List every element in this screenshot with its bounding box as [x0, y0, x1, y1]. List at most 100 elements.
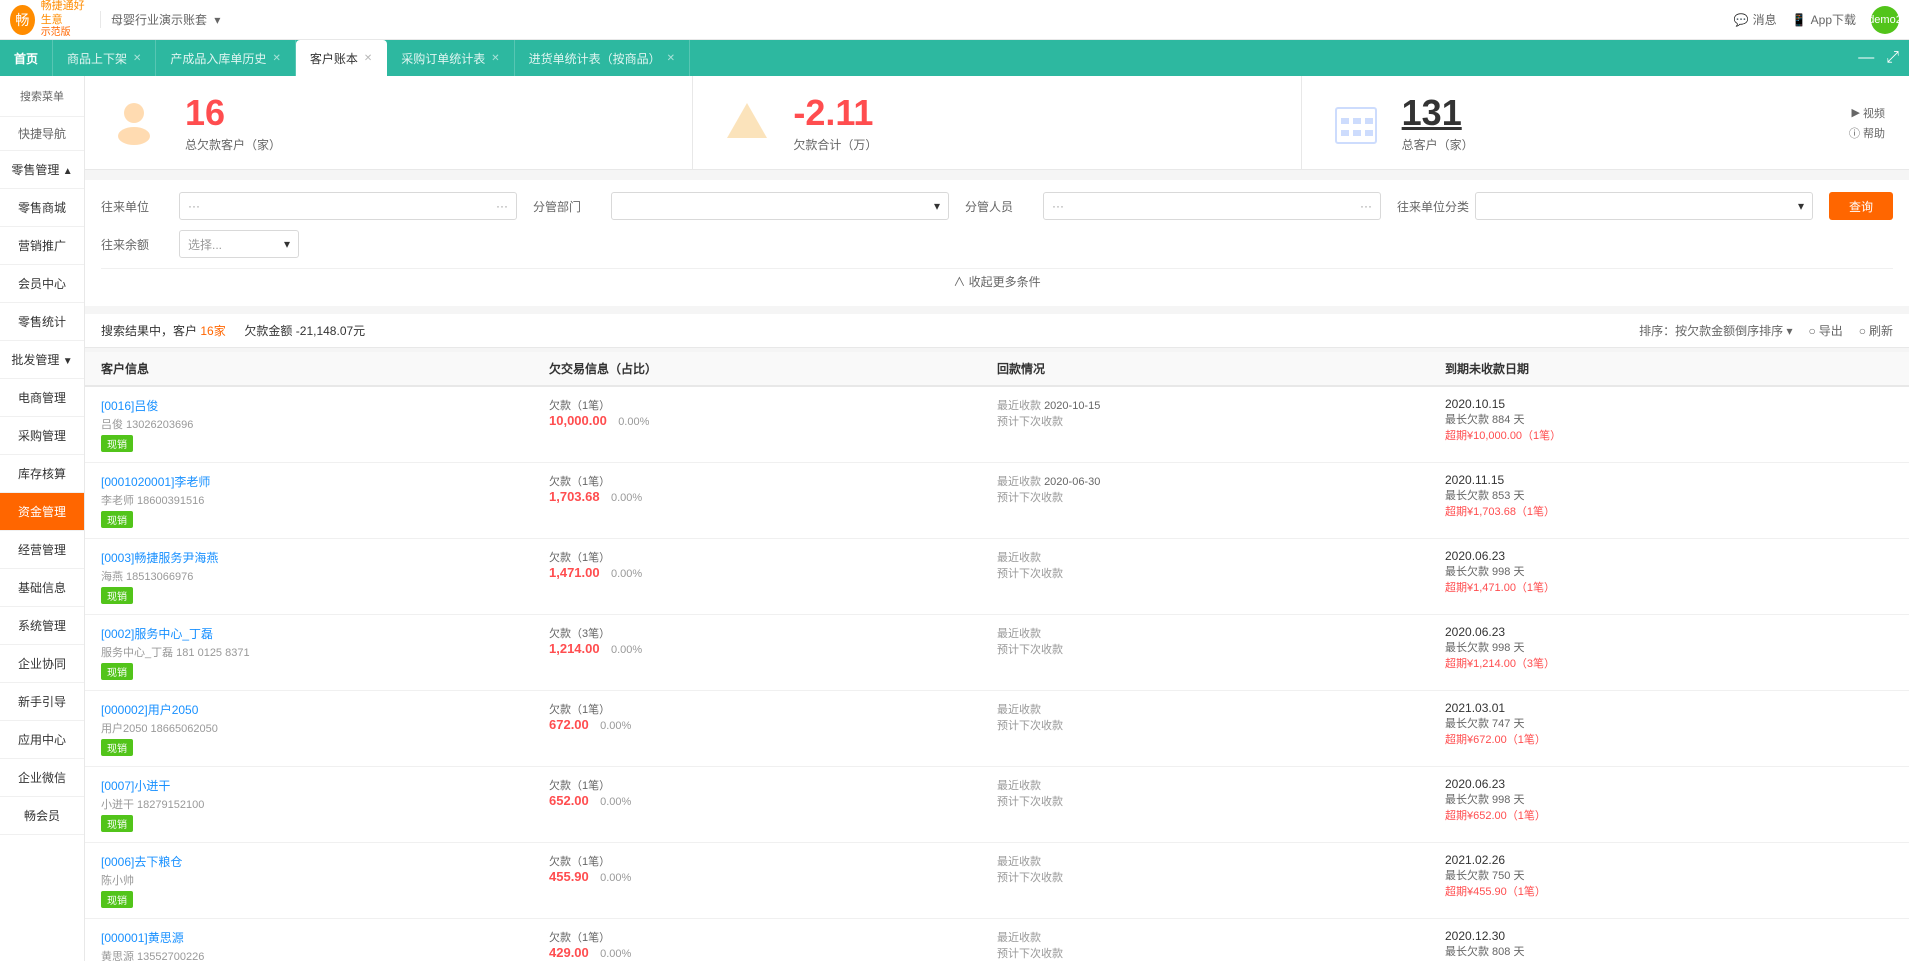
payment-cell: 最近收款 预计下次收款 — [997, 777, 1445, 809]
customer-name[interactable]: [0006]去下粮仓 — [101, 853, 549, 870]
from-unit-input[interactable]: ··· — [179, 192, 517, 220]
balance-select[interactable]: 选择... ▾ — [179, 230, 299, 258]
debt-amount: 455.90 — [549, 869, 589, 884]
close-icon[interactable]: ✕ — [364, 53, 372, 64]
dept-select[interactable]: ▾ — [611, 192, 949, 220]
debt-amount: 10,000.00 — [549, 413, 607, 428]
next-payment-label: 预计下次收款 — [997, 416, 1063, 428]
user-action[interactable]: demo2 — [1871, 6, 1899, 34]
sidebar: 搜索菜单 快捷导航 零售管理 ▲ 零售商城 营销推广 会员中心 零售统计 批发管… — [0, 76, 85, 961]
debt-pct: 0.00% — [611, 492, 642, 504]
tab-production-history[interactable]: 产成品入库单历史 ✕ — [156, 40, 295, 76]
sidebar-item-app-center[interactable]: 应用中心 — [0, 721, 84, 759]
customer-name[interactable]: [0007]小迸干 — [101, 777, 549, 794]
sidebar-item-inventory[interactable]: 库存核算 — [0, 455, 84, 493]
sidebar-item-finance[interactable]: 资金管理 — [0, 493, 84, 531]
customer-name[interactable]: [0016]吕俊 — [101, 397, 549, 414]
filter-dept: 分管部门 ▾ — [533, 192, 949, 220]
customer-phone: 小迸干 18279152100 — [101, 796, 549, 812]
sidebar-item-retail-mgmt[interactable]: 零售管理 ▲ — [0, 151, 84, 189]
due-date-cell: 2020.06.23 最长欠款 998 天 超期¥652.00（1笔） — [1445, 777, 1893, 823]
debt-pct: 0.00% — [600, 720, 631, 732]
customer-name[interactable]: [000001]黄思源 — [101, 929, 549, 946]
sidebar-item-wholesale-mgmt[interactable]: 批发管理 ▼ — [0, 341, 84, 379]
close-icon[interactable]: ✕ — [272, 53, 280, 64]
debt-amount: 672.00 — [549, 717, 589, 732]
logo-text: 畅捷通好生意 示范版 — [41, 0, 95, 38]
chevron-down-icon: ▲ — [63, 166, 73, 177]
total-customers-label: 总客户（家） — [1402, 136, 1474, 153]
customer-name[interactable]: [0002]服务中心_丁磊 — [101, 625, 549, 642]
close-icon[interactable]: ✕ — [133, 53, 141, 64]
customer-info-cell: [0001020001]李老师 李老师 18600391516 现销 — [101, 473, 549, 528]
customer-info-cell: [0003]畅捷服务尹海燕 海燕 18513066976 现销 — [101, 549, 549, 604]
sidebar-item-member-vip[interactable]: 畅会员 — [0, 797, 84, 835]
minimize-icon[interactable]: — — [1854, 45, 1878, 71]
export-button[interactable]: ○ 导出 — [1808, 322, 1842, 339]
sidebar-item-purchase-mgmt[interactable]: 采购管理 — [0, 417, 84, 455]
sidebar-item-operations[interactable]: 经营管理 — [0, 531, 84, 569]
due-date-cell: 2021.03.01 最长欠款 747 天 超期¥672.00（1笔） — [1445, 701, 1893, 747]
tab-purchase-stats[interactable]: 采购订单统计表 ✕ — [387, 40, 514, 76]
sidebar-item-enterprise-collab[interactable]: 企业协同 — [0, 645, 84, 683]
search-menu-label: 搜索菜单 — [8, 84, 76, 108]
sidebar-item-retail-stats[interactable]: 零售统计 — [0, 303, 84, 341]
overdue-amount[interactable]: 超期¥10,000.00（1笔） — [1445, 427, 1893, 443]
maximize-icon[interactable]: ⤢ — [1882, 45, 1903, 71]
debt-info-cell: 欠款（1笔） 652.00 0.00% — [549, 777, 997, 808]
payment-cell: 最近收款 预计下次收款 — [997, 701, 1445, 733]
customer-phone: 黄思源 13552700226 — [101, 948, 549, 961]
close-icon[interactable]: ✕ — [491, 53, 499, 64]
customers-owed-label: 总欠款客户（家） — [185, 136, 281, 153]
debt-pct: 0.00% — [618, 416, 649, 428]
payment-cell: 最近收款 2020-10-15 预计下次收款 — [997, 397, 1445, 429]
refresh-button[interactable]: ○ 刷新 — [1859, 322, 1893, 339]
sidebar-item-member-center[interactable]: 会员中心 — [0, 265, 84, 303]
customer-name[interactable]: [000002]用户2050 — [101, 701, 549, 718]
tab-home[interactable]: 首页 — [0, 40, 53, 76]
filter-area: 往来单位 ··· 分管部门 ▾ 分管人员 ··· — [85, 180, 1909, 306]
debt-info-cell: 欠款（1笔） 672.00 0.00% — [549, 701, 997, 732]
from-unit-label: 往来单位 — [101, 198, 171, 215]
sidebar-item-newbie-guide[interactable]: 新手引导 — [0, 683, 84, 721]
search-menu[interactable]: 搜索菜单 — [0, 76, 84, 117]
customer-info-cell: [0016]吕俊 吕俊 13026203696 现销 — [101, 397, 549, 452]
tab-goods-stats[interactable]: 进货单统计表（按商品） ✕ — [515, 40, 690, 76]
tab-customer-ledger[interactable]: 客户账本 ✕ — [296, 40, 387, 76]
unit-category-select[interactable]: ▾ — [1475, 192, 1813, 220]
table-row: [000001]黄思源 黄思源 13552700226 现销 欠款（1笔） 42… — [85, 919, 1909, 961]
view-video-action[interactable]: ▶ 视频 — [1852, 105, 1885, 121]
search-button[interactable]: 查询 — [1829, 192, 1893, 220]
stat-info-customers: 16 总欠款客户（家） — [185, 92, 281, 153]
avatar: demo2 — [1871, 6, 1899, 34]
col-header-debt: 欠交易信息（占比） — [549, 360, 997, 377]
sort-select[interactable]: 排序：按欠款金额倒序排序 ▾ — [1639, 322, 1792, 339]
debt-amount: 652.00 — [549, 793, 589, 808]
data-table: 客户信息 欠交易信息（占比） 回款情况 到期未收款日期 [0016]吕俊 吕俊 … — [85, 352, 1909, 961]
debt-pct: 0.00% — [600, 948, 631, 960]
manager-input[interactable]: ··· — [1043, 192, 1381, 220]
collapse-button[interactable]: ∧ 收起更多条件 — [101, 268, 1893, 294]
overdue-days: 最长欠款 884 天 — [1445, 411, 1893, 427]
sidebar-item-marketing[interactable]: 营销推广 — [0, 227, 84, 265]
app-download-action[interactable]: 📱 App下载 — [1792, 11, 1856, 28]
sidebar-item-retail-mall[interactable]: 零售商城 — [0, 189, 84, 227]
quick-nav[interactable]: 快捷导航 — [0, 117, 84, 151]
app-selector[interactable]: 母婴行业演示账套 ▾ — [100, 11, 230, 28]
chevron-down-icon: ▼ — [63, 356, 73, 367]
message-action[interactable]: 💬 消息 — [1734, 11, 1777, 28]
filter-unit-category: 往来单位分类 ▾ — [1397, 192, 1813, 220]
logo-char: 畅 — [15, 10, 29, 30]
customer-name[interactable]: [0003]畅捷服务尹海燕 — [101, 549, 549, 566]
sidebar-item-ecommerce[interactable]: 电商管理 — [0, 379, 84, 417]
sidebar-item-enterprise-wechat[interactable]: 企业微信 — [0, 759, 84, 797]
sidebar-item-basic-info[interactable]: 基础信息 — [0, 569, 84, 607]
customer-name[interactable]: [0001020001]李老师 — [101, 473, 549, 490]
table-row: [0007]小迸干 小迸干 18279152100 现销 欠款（1笔） 652.… — [85, 767, 1909, 843]
help-action[interactable]: ⓘ 帮助 — [1849, 125, 1885, 141]
tab-product-listing[interactable]: 商品上下架 ✕ — [53, 40, 156, 76]
sidebar-item-system-mgmt[interactable]: 系统管理 — [0, 607, 84, 645]
close-icon[interactable]: ✕ — [667, 53, 675, 64]
customer-tag: 现销 — [101, 815, 133, 832]
table-row: [0006]去下粮仓 陈小帅 现销 欠款（1笔） 455.90 0.00% 最近… — [85, 843, 1909, 919]
